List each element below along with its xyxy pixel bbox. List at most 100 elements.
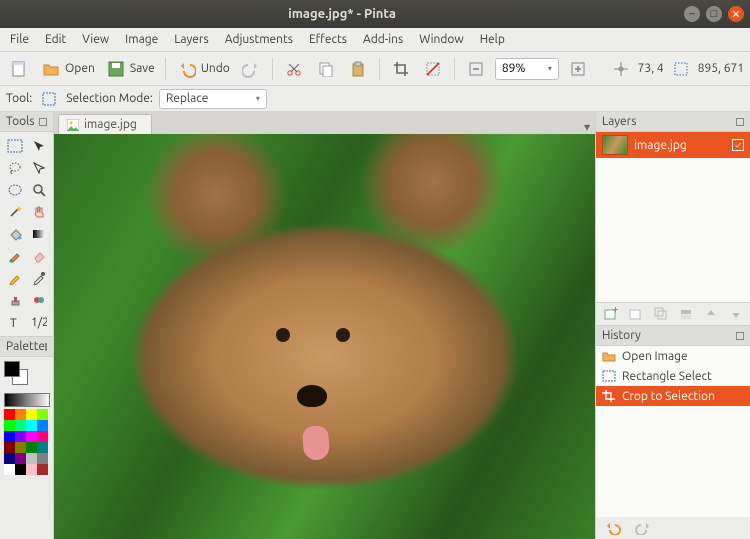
layers-pane-title: Layers [602,115,636,128]
history-item[interactable]: Open Image [596,346,750,366]
menu-edit[interactable]: Edit [39,31,72,48]
history-pane-header[interactable]: History [596,326,750,346]
tool-recolor[interactable] [28,290,50,310]
color-swatch[interactable] [4,420,15,431]
tool-pencil[interactable] [4,268,26,288]
history-item[interactable]: Crop to Selection [596,386,750,406]
color-swatch[interactable] [37,453,48,464]
save-button[interactable]: Save [103,57,157,81]
tool-magic-wand[interactable] [4,202,26,222]
color-swatch[interactable] [4,464,15,475]
primary-color-swatch[interactable] [4,361,20,377]
document-tab[interactable]: image.jpg [58,114,152,134]
layer-item[interactable]: image.jpg ✓ [596,132,750,158]
color-swatch[interactable] [4,409,15,420]
canvas[interactable] [54,134,595,539]
menu-window[interactable]: Window [413,31,469,48]
tool-move-selection[interactable] [28,158,50,178]
tool-gradient[interactable] [28,224,50,244]
color-swatch[interactable] [26,464,37,475]
color-swatch[interactable] [15,442,26,453]
status-coords: 73, 4 895, 671 [610,58,744,80]
color-swatch[interactable] [37,464,48,475]
tool-color-picker[interactable] [28,268,50,288]
zoom-combo[interactable]: 89%▾ [495,58,559,80]
menu-file[interactable]: File [4,31,35,48]
palette-pane: Palette [0,336,53,479]
color-swatch[interactable] [4,453,15,464]
cut-button[interactable] [281,57,307,81]
tool-text[interactable]: T [4,312,26,332]
color-swatch[interactable] [4,431,15,442]
color-swatch[interactable] [26,420,37,431]
crop-icon [390,58,412,80]
paste-button[interactable] [345,57,371,81]
pane-toggle-icon [39,118,47,126]
color-swatch[interactable] [26,442,37,453]
layer-duplicate-icon[interactable] [652,303,669,325]
tool-bucket[interactable] [4,224,26,244]
selection-mode-combo[interactable]: Replace ▾ [159,89,267,109]
tab-dropdown-button[interactable]: ▾ [579,120,595,134]
menu-adjustments[interactable]: Adjustments [219,31,299,48]
layer-delete-icon[interactable] [627,303,644,325]
tool-pan[interactable] [28,202,50,222]
color-swatch[interactable] [37,431,48,442]
history-undo-icon[interactable] [602,517,624,539]
color-swatch[interactable] [37,420,48,431]
tool-eraser[interactable] [28,246,50,266]
window-minimize-button[interactable]: – [684,6,700,22]
tool-rect-select[interactable] [4,136,26,156]
zoom-out-button[interactable] [463,57,489,81]
tool-ellipse-select[interactable] [4,180,26,200]
layer-merge-icon[interactable] [677,303,694,325]
color-swatch[interactable] [26,453,37,464]
crop-button[interactable] [388,57,414,81]
color-swatch[interactable] [15,464,26,475]
primary-secondary-color[interactable] [4,361,36,389]
grayscale-ramp[interactable] [4,393,50,407]
color-swatch[interactable] [15,453,26,464]
window-close-button[interactable]: ✕ [728,6,744,22]
tool-zoom[interactable] [28,180,50,200]
tool-brush[interactable] [4,246,26,266]
palette-pane-header[interactable]: Palette [0,337,53,357]
menu-view[interactable]: View [76,31,115,48]
history-item[interactable]: Rectangle Select [596,366,750,386]
color-swatch[interactable] [15,431,26,442]
tools-pane-header[interactable]: Tools [0,112,53,132]
history-redo-icon[interactable] [632,517,654,539]
deselect-button[interactable] [420,57,446,81]
tool-lasso[interactable] [4,158,26,178]
color-swatch[interactable] [26,409,37,420]
new-button[interactable] [6,57,32,81]
color-swatch[interactable] [37,409,48,420]
menu-image[interactable]: Image [119,31,164,48]
layer-down-icon[interactable] [727,303,744,325]
open-button[interactable]: Open [38,57,97,81]
layer-visible-checkbox[interactable]: ✓ [732,139,744,151]
redo-button[interactable] [238,57,264,81]
window-maximize-button[interactable]: □ [706,6,722,22]
tool-shapes[interactable]: 1/2 [28,312,50,332]
color-swatch[interactable] [15,420,26,431]
copy-button[interactable] [313,57,339,81]
color-swatch[interactable] [26,431,37,442]
layer-up-icon[interactable] [702,303,719,325]
menu-layers[interactable]: Layers [168,31,214,48]
color-swatch[interactable] [37,442,48,453]
menu-help[interactable]: Help [474,31,511,48]
layer-add-icon[interactable]: + [602,303,619,325]
layers-pane-header[interactable]: Layers [596,112,750,132]
menu-addins[interactable]: Add-ins [357,31,409,48]
save-icon [105,58,127,80]
undo-button[interactable]: Undo [174,57,232,81]
color-swatch[interactable] [4,442,15,453]
zoom-in-button[interactable] [565,57,591,81]
history-item-label: Open Image [622,350,688,363]
tool-move[interactable] [28,136,50,156]
menu-effects[interactable]: Effects [303,31,353,48]
right-pane: Layers image.jpg ✓ + History Open Image R… [595,112,750,539]
tool-clone[interactable] [4,290,26,310]
color-swatch[interactable] [15,409,26,420]
